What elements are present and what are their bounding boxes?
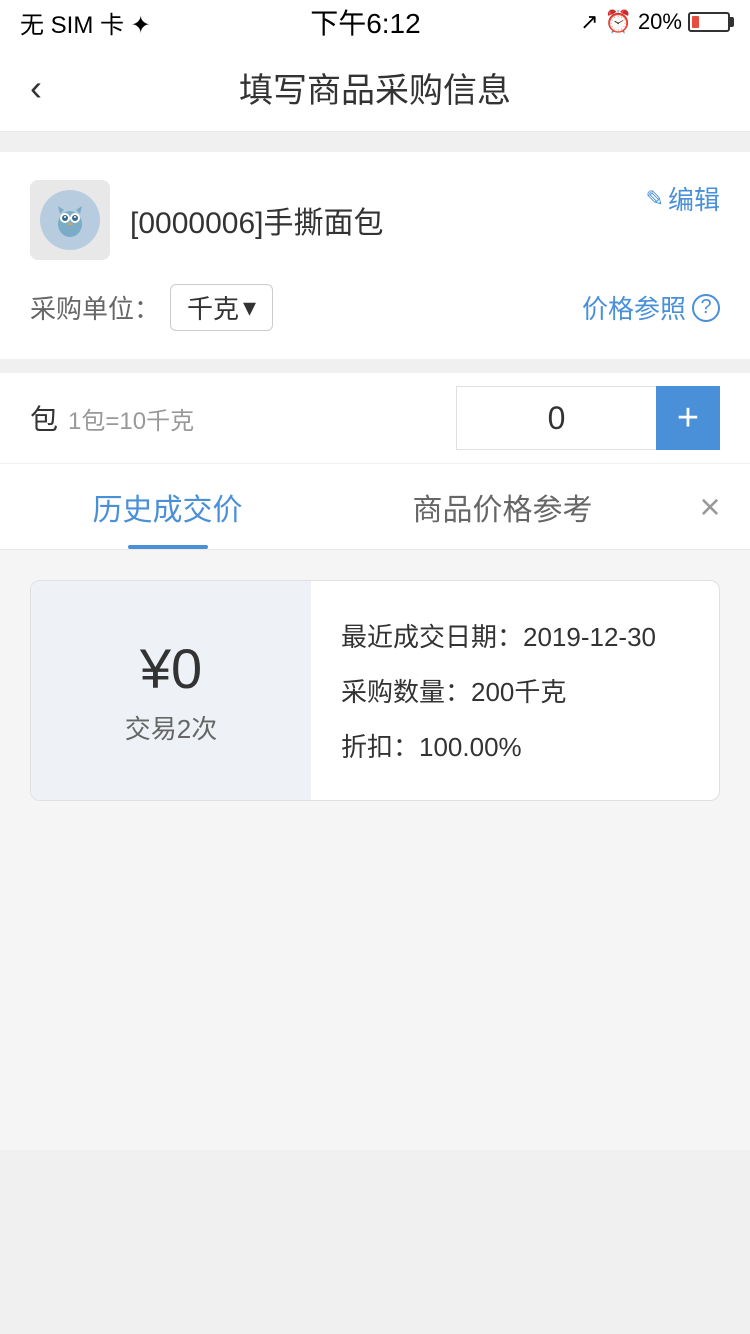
quantity-label: 包 1包=10千克 bbox=[30, 398, 194, 438]
tab-history-price[interactable]: 历史成交价 bbox=[0, 464, 335, 549]
price-discount-row: 折扣：100.00% bbox=[341, 727, 689, 764]
battery-icon bbox=[688, 12, 730, 32]
purchase-unit: 采购单位： 千克 ▾ bbox=[30, 284, 273, 331]
product-name: [0000006]手撕面包 bbox=[130, 198, 383, 242]
price-ref-label: 价格参照 bbox=[582, 289, 686, 326]
edit-button[interactable]: ✎ 编辑 bbox=[646, 180, 720, 217]
discount-value: 100.00% bbox=[419, 732, 522, 762]
discount-label: 折扣： bbox=[341, 732, 419, 762]
status-right: ↗ ⏰ 20% bbox=[580, 9, 730, 35]
status-bar: 无 SIM 卡 ✦ 下午6:12 ↗ ⏰ 20% bbox=[0, 0, 750, 44]
unit-select[interactable]: 千克 ▾ bbox=[170, 284, 273, 331]
close-icon: × bbox=[699, 486, 720, 528]
nav-bar: ‹ 填写商品采购信息 bbox=[0, 44, 750, 132]
quantity-section: 包 1包=10千克 + bbox=[0, 373, 750, 463]
product-left: [0000006]手撕面包 bbox=[30, 180, 383, 260]
status-time: 下午6:12 bbox=[310, 2, 421, 42]
product-thumbnail bbox=[40, 190, 100, 250]
edit-icon: ✎ bbox=[646, 186, 664, 212]
price-card-left: ¥0 交易2次 bbox=[31, 581, 311, 800]
bag-label: 包 bbox=[30, 398, 58, 438]
purchase-unit-label: 采购单位： bbox=[30, 289, 160, 326]
product-section: [0000006]手撕面包 ✎ 编辑 采购单位： 千克 ▾ 价格参照 ? bbox=[0, 152, 750, 359]
sim-status: 无 SIM 卡 ✦ bbox=[20, 5, 151, 40]
price-qty-row: 采购数量：200千克 bbox=[341, 672, 689, 709]
unit-value: 千克 bbox=[187, 289, 239, 326]
price-card-right: 最近成交日期：2019-12-30 采购数量：200千克 折扣：100.00% bbox=[311, 581, 719, 800]
quantity-plus-button[interactable]: + bbox=[656, 386, 720, 450]
status-left: 无 SIM 卡 ✦ bbox=[20, 5, 151, 40]
quantity-input-group: + bbox=[456, 386, 720, 450]
qty-label: 采购数量： bbox=[341, 677, 471, 707]
tab-underline bbox=[128, 545, 208, 549]
tab-close-button[interactable]: × bbox=[670, 464, 750, 549]
section-divider bbox=[0, 359, 750, 373]
price-times: 交易2次 bbox=[125, 709, 217, 746]
date-label: 最近成交日期： bbox=[341, 622, 523, 652]
help-icon: ? bbox=[692, 294, 720, 322]
alarm-icon: ⏰ bbox=[605, 9, 632, 35]
quantity-input[interactable] bbox=[456, 386, 656, 450]
content-area: ¥0 交易2次 最近成交日期：2019-12-30 采购数量：200千克 折扣：… bbox=[0, 550, 750, 1150]
price-date-row: 最近成交日期：2019-12-30 bbox=[341, 617, 689, 654]
page-title: 填写商品采购信息 bbox=[239, 63, 511, 112]
price-reference-button[interactable]: 价格参照 ? bbox=[582, 289, 720, 326]
back-button[interactable]: ‹ bbox=[30, 67, 42, 109]
battery-fill bbox=[692, 16, 699, 28]
product-image bbox=[30, 180, 110, 260]
price-card: ¥0 交易2次 最近成交日期：2019-12-30 采购数量：200千克 折扣：… bbox=[30, 580, 720, 801]
date-value: 2019-12-30 bbox=[523, 622, 656, 652]
price-amount: ¥0 bbox=[140, 636, 202, 701]
product-header: [0000006]手撕面包 ✎ 编辑 bbox=[30, 180, 720, 260]
edit-label: 编辑 bbox=[668, 180, 720, 217]
bag-conversion: 1包=10千克 bbox=[68, 401, 194, 436]
tab-history-label: 历史成交价 bbox=[93, 485, 243, 529]
tabs-section: 历史成交价 商品价格参考 × bbox=[0, 463, 750, 550]
tabs-row: 历史成交价 商品价格参考 × bbox=[0, 464, 750, 550]
tab-product-label: 商品价格参考 bbox=[413, 485, 593, 529]
product-meta: 采购单位： 千克 ▾ 价格参照 ? bbox=[30, 284, 720, 331]
tab-product-price[interactable]: 商品价格参考 bbox=[335, 464, 670, 549]
location-icon: ↗ bbox=[580, 9, 598, 35]
chevron-down-icon: ▾ bbox=[243, 292, 256, 323]
qty-value: 200千克 bbox=[471, 677, 566, 707]
battery-percent: 20% bbox=[638, 9, 682, 35]
